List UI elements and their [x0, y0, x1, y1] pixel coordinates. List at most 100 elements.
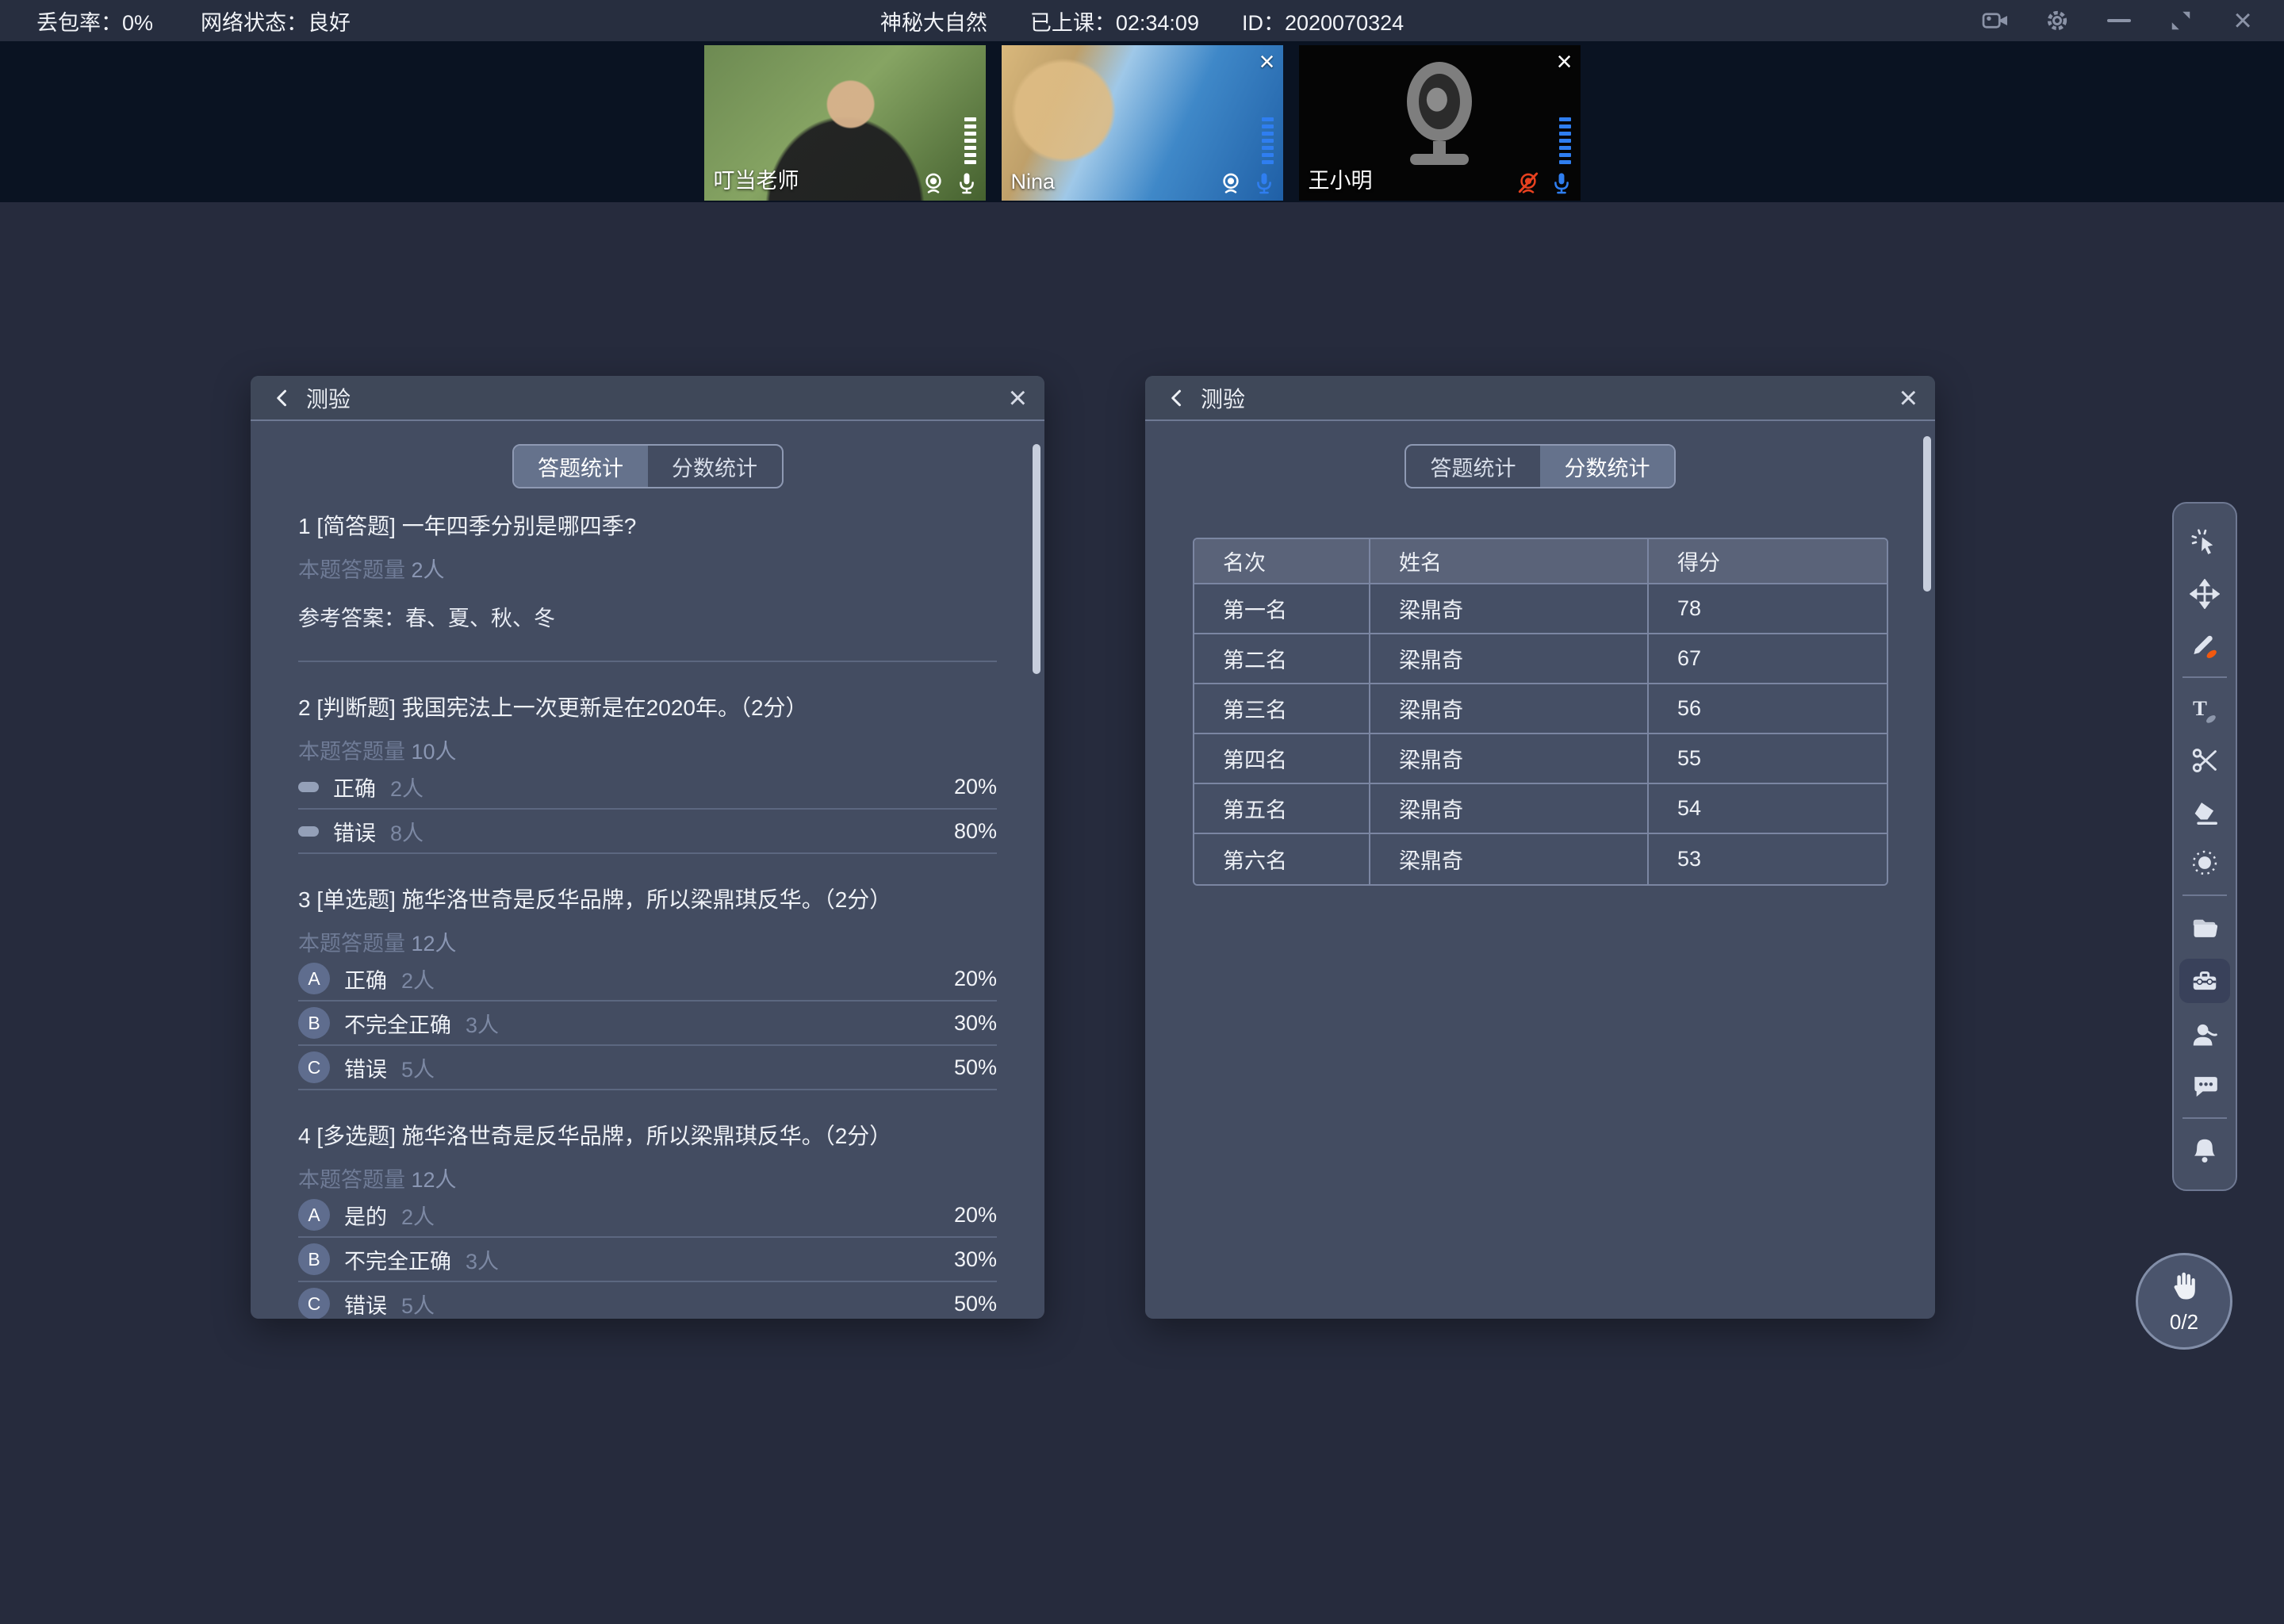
close-video-icon[interactable]: ×	[1557, 47, 1573, 78]
mic-volume-bars	[1558, 117, 1571, 164]
class-time: 已上课：02:34:09	[1029, 10, 1199, 35]
option-label: 错误	[333, 821, 376, 845]
table-cell: 55	[1649, 734, 1887, 784]
divider	[298, 661, 997, 662]
text-tool-icon[interactable]: T	[2179, 690, 2230, 730]
question-title: 1 [简答题] 一年四季分别是哪四季?	[298, 514, 637, 538]
table-header-row: 名次 姓名 得分	[1194, 539, 1887, 584]
question-answer-count: 本题答题量 10人	[298, 740, 457, 764]
svg-text:T: T	[2193, 696, 2207, 720]
option-stat-row: 错误 8人 80%	[298, 810, 997, 854]
session-id: ID：2020070324	[1241, 10, 1405, 35]
close-icon[interactable]: ×	[2225, 5, 2260, 36]
table-cell: 第五名	[1194, 784, 1370, 834]
topbar: 丢包率：0% 网络状态：良好 神秘大自然 已上课：02:34:09 ID：202…	[0, 0, 2284, 41]
question-title: 3 [单选题] 施华洛世奇是反华品牌，所以梁鼎琪反华。（2分）	[298, 887, 892, 912]
hand-icon	[2166, 1268, 2202, 1308]
close-icon[interactable]: ×	[1899, 382, 1918, 414]
option-count: 5人	[401, 1293, 435, 1318]
option-label: 错误	[344, 1293, 387, 1318]
option-label: 错误	[344, 1057, 387, 1082]
table-cell: 56	[1649, 684, 1887, 734]
mic-icon[interactable]	[954, 170, 979, 196]
option-percent: 20%	[953, 966, 997, 990]
table-row: 第四名 梁鼎奇 55	[1194, 734, 1887, 784]
option-label: 正确	[344, 968, 387, 993]
table-cell: 第一名	[1194, 584, 1370, 634]
table-cell: 梁鼎奇	[1370, 784, 1649, 834]
packet-loss-value: 0%	[122, 10, 154, 35]
close-icon[interactable]: ×	[1009, 382, 1027, 414]
camera-icon[interactable]	[1218, 170, 1244, 196]
table-cell: 67	[1649, 634, 1887, 684]
toolbar-divider	[2182, 894, 2227, 897]
table-cell: 54	[1649, 784, 1887, 834]
chat-icon[interactable]	[2179, 1067, 2230, 1106]
option-stat-row: A 是的 2人 20%	[298, 1193, 997, 1238]
video-strip: 叮当老师 × Nina × 王小明	[0, 41, 2284, 202]
back-chevron-icon[interactable]	[1166, 384, 1194, 412]
question-title: 2 [判断题] 我国宪法上一次更新是在2020年。（2分）	[298, 695, 808, 720]
participant-name: 叮当老师	[713, 169, 799, 193]
tools-sidebar: T	[2172, 502, 2237, 1191]
table-cell: 53	[1649, 834, 1887, 884]
video-tile[interactable]: × 王小明	[1298, 45, 1581, 201]
table-cell: 第四名	[1194, 734, 1370, 784]
option-percent: 50%	[953, 1055, 997, 1079]
camera-icon[interactable]	[921, 170, 946, 196]
table-row: 第六名 梁鼎奇 53	[1194, 834, 1887, 884]
toolbar-divider	[2182, 676, 2227, 678]
minimize-icon[interactable]	[2102, 5, 2136, 36]
option-count: 3人	[466, 1249, 500, 1274]
mic-icon[interactable]	[1549, 170, 1574, 196]
participant-name: Nina	[1010, 170, 1056, 193]
scrollbar-thumb[interactable]	[1033, 444, 1040, 674]
table-row: 第二名 梁鼎奇 67	[1194, 634, 1887, 684]
option-count: 2人	[390, 776, 424, 801]
option-label: 正确	[333, 776, 376, 801]
option-stat-row: A 正确 2人 20%	[298, 957, 997, 1002]
reference-answer: 参考答案：春、夏、秋、冬	[298, 607, 555, 630]
record-camera-icon[interactable]	[1978, 5, 2013, 36]
toolbox-icon[interactable]	[2179, 959, 2230, 1004]
tab-answer-stats[interactable]: 答题统计	[1406, 446, 1540, 487]
scrollbar-thumb[interactable]	[1923, 436, 1931, 592]
toolbar-divider	[2182, 1117, 2227, 1120]
folder-icon[interactable]	[2179, 908, 2230, 948]
video-tile[interactable]: × Nina	[1001, 45, 1283, 201]
table-row: 第三名 梁鼎奇 56	[1194, 684, 1887, 734]
mic-icon[interactable]	[1251, 170, 1277, 196]
tab-score-stats[interactable]: 分数统计	[648, 446, 782, 487]
option-label: 是的	[344, 1205, 387, 1229]
question-answer-count: 本题答题量 2人	[298, 558, 445, 582]
cursor-click-icon[interactable]	[2179, 523, 2230, 562]
camera-off-icon[interactable]	[1516, 170, 1541, 196]
laser-pointer-icon[interactable]	[2179, 843, 2230, 883]
bell-icon[interactable]	[2179, 1131, 2230, 1170]
move-icon[interactable]	[2179, 574, 2230, 614]
settings-gear-icon[interactable]	[2040, 5, 2075, 36]
tab-score-stats[interactable]: 分数统计	[1540, 446, 1674, 487]
student-icon[interactable]	[2179, 1015, 2230, 1055]
option-letter-badge: C	[298, 1288, 330, 1319]
option-count: 5人	[401, 1057, 435, 1082]
raise-hand-button[interactable]: 0/2	[2136, 1253, 2232, 1350]
video-tile[interactable]: 叮当老师	[703, 45, 986, 201]
pen-icon[interactable]	[2179, 625, 2230, 665]
scissors-icon[interactable]	[2179, 741, 2230, 780]
eraser-icon[interactable]	[2179, 792, 2230, 832]
question-answer-count: 本题答题量 12人	[298, 1168, 457, 1192]
close-video-icon[interactable]: ×	[1259, 47, 1275, 78]
participant-name: 王小明	[1308, 169, 1373, 193]
network-status: 网络状态：良好	[201, 6, 351, 36]
panel-title: 测验	[1201, 386, 1246, 412]
back-chevron-icon[interactable]	[271, 384, 300, 412]
option-stat-row: B 不完全正确 3人 30%	[298, 1002, 997, 1046]
option-label: 不完全正确	[344, 1013, 451, 1037]
table-header-cell: 得分	[1649, 539, 1887, 584]
panel-title: 测验	[306, 386, 351, 412]
tab-answer-stats[interactable]: 答题统计	[513, 446, 648, 487]
fullscreen-icon[interactable]	[2163, 5, 2198, 36]
question-title: 4 [多选题] 施华洛世奇是反华品牌，所以梁鼎琪反华。（2分）	[298, 1124, 892, 1148]
option-letter-badge: B	[298, 1243, 330, 1275]
